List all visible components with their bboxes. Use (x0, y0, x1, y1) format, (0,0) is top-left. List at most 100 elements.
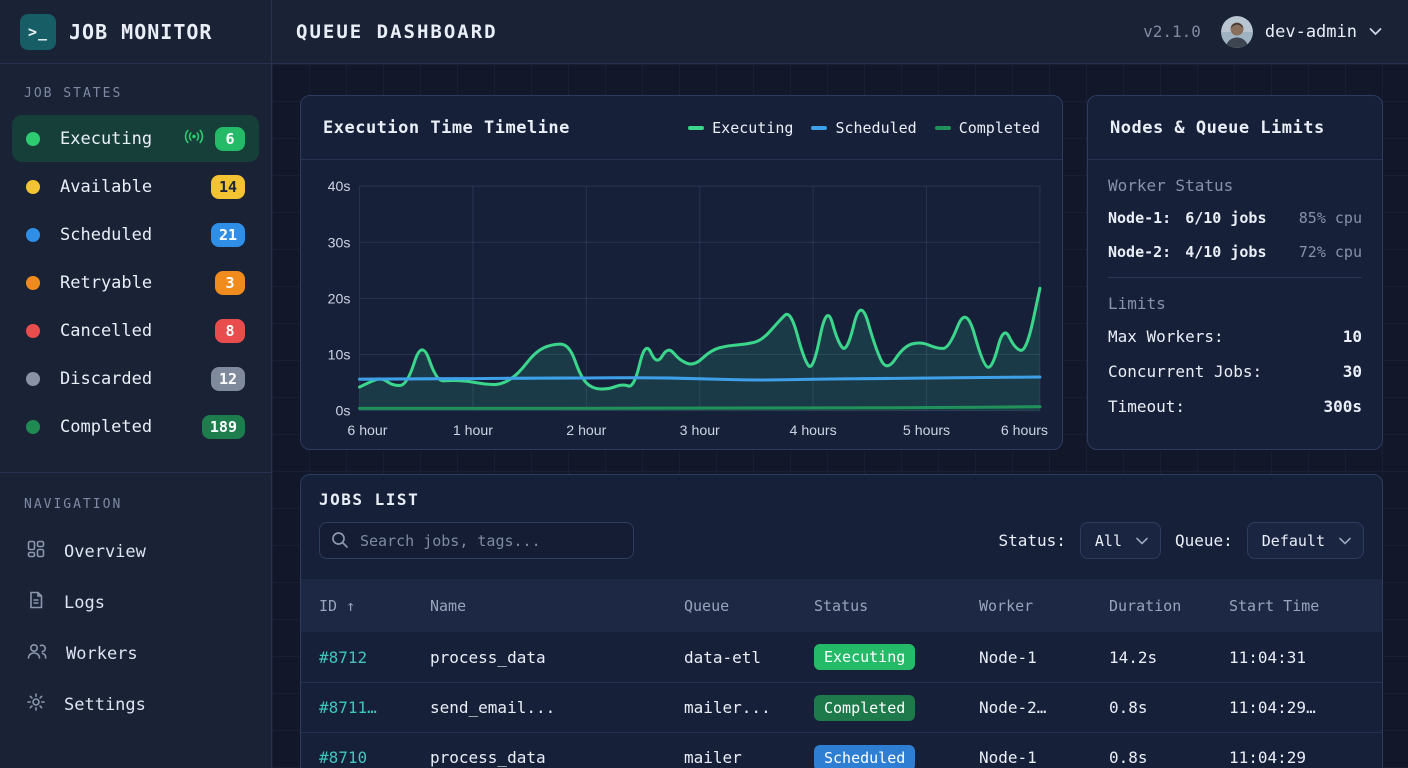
navigation-list: Overview Logs Workers Settings (0, 526, 271, 730)
sidebar-state-available[interactable]: Available 14 (12, 163, 259, 210)
timeline-title: Execution Time Timeline (323, 117, 570, 138)
worker-status-row: Node-2: 4/10 jobs 72% cpu (1108, 243, 1362, 261)
job-queue: mailer (684, 748, 742, 767)
sidebar-state-completed[interactable]: Completed 189 (12, 403, 259, 450)
limit-value: 30 (1342, 362, 1362, 381)
main-content: Execution Time Timeline Executing Schedul… (272, 64, 1408, 768)
job-start-time: 11:04:31 (1229, 647, 1307, 667)
sidebar-item-settings[interactable]: Settings (0, 679, 271, 730)
node-cpu: 85% cpu (1298, 209, 1362, 227)
state-label: Cancelled (60, 320, 153, 341)
queue-filter-label: Queue: (1174, 531, 1233, 550)
job-duration: 0.8s (1109, 698, 1148, 717)
column-header[interactable]: ID ↑ (319, 597, 430, 615)
nav-item-label: Overview (64, 541, 146, 562)
sidebar-divider (0, 472, 271, 473)
job-id-link[interactable]: #8711… (319, 698, 430, 717)
column-header[interactable]: Name (430, 597, 684, 615)
queue-filter-value: Default (1261, 531, 1325, 550)
state-dot (26, 227, 40, 242)
nav-item-label: Workers (66, 643, 138, 664)
x-axis-tick: 6 hour (347, 422, 387, 438)
logo-area: >_ JOB MONITOR (0, 0, 272, 64)
app-root: >_ JOB MONITOR QUEUE DASHBOARD v2.1.0 de… (0, 0, 1408, 768)
nodes-divider (1108, 277, 1362, 278)
search-icon (331, 531, 349, 553)
sidebar-item-overview[interactable]: Overview (0, 526, 271, 577)
table-row[interactable]: #8711… send_email... mailer... Completed Nod… (301, 682, 1382, 732)
x-axis-tick: 6 hours (1001, 422, 1048, 438)
x-axis-tick: 4 hours (790, 422, 837, 438)
status-filter-label: Status: (998, 531, 1066, 550)
sidebar-state-scheduled[interactable]: Scheduled 21 (12, 211, 259, 258)
job-id-link[interactable]: #8712 (319, 648, 430, 667)
version-label: v2.1.0 (1143, 22, 1201, 41)
state-count-badge: 6 (215, 126, 245, 151)
x-axis-tick: 2 hour (566, 422, 606, 438)
state-dot (26, 131, 40, 146)
sidebar-state-retryable[interactable]: Retryable 3 (12, 259, 259, 306)
search-box (319, 522, 634, 559)
nodes-card-header: Nodes & Queue Limits (1088, 96, 1382, 160)
job-name: send_email... (430, 698, 556, 717)
limits-label: Limits (1108, 294, 1166, 313)
job-id-link[interactable]: #8710 (319, 748, 430, 767)
job-queue: data-etl (684, 647, 762, 667)
sidebar-state-executing[interactable]: Executing 6 (12, 115, 259, 162)
grid-icon (26, 539, 46, 564)
timeline-card-header: Execution Time Timeline Executing Schedul… (301, 96, 1062, 160)
avatar[interactable] (1220, 15, 1253, 48)
job-states-list: Executing 6 Available 14 Scheduled 21 Retryabl… (0, 115, 271, 450)
table-row[interactable]: #8710 process_data mailer Scheduled Node-1 0.… (301, 732, 1382, 768)
node-name: Node-2: (1108, 243, 1172, 261)
legend-item-completed: Completed (934, 118, 1040, 137)
legend-item-scheduled: Scheduled (811, 119, 917, 137)
job-worker: Node-1 (979, 647, 1037, 667)
limit-row: Max Workers: 10 (1108, 327, 1362, 346)
search-input[interactable] (319, 522, 634, 559)
chevron-down-icon[interactable] (1369, 27, 1382, 36)
y-axis-tick: 0s (336, 403, 351, 419)
state-count-badge: 8 (215, 318, 245, 343)
chart-area: 0s 10s 20s 30s 40s 6 hour 1 hour 2 hour 3 hour 4 … (301, 160, 1062, 449)
series-line-completed (358, 405, 1042, 410)
column-header[interactable]: Queue (684, 597, 814, 615)
job-worker: Node-1 (979, 748, 1037, 767)
x-axis-tick: 3 hour (680, 422, 720, 438)
table-row[interactable]: #8712 process_data data-etl Executing Node-1… (301, 632, 1382, 682)
worker-status-list: Node-1: 6/10 jobs 85% cpu Node-2: 4/10 jobs 7… (1108, 209, 1362, 261)
sidebar-state-discarded[interactable]: Discarded 12 (12, 355, 259, 402)
username[interactable]: dev-admin (1265, 22, 1357, 42)
node-jobs: 4/10 jobs (1185, 243, 1267, 261)
queue-filter-dropdown[interactable]: Default (1246, 522, 1364, 559)
state-label: Available (60, 176, 153, 197)
node-jobs: 6/10 jobs (1185, 209, 1267, 227)
status-filter-dropdown[interactable]: All (1079, 522, 1161, 559)
job-states-section-label: JOB STATES (24, 86, 123, 101)
status-badge: Completed (814, 694, 916, 721)
topbar-right: v2.1.0 dev-admin (1143, 15, 1382, 48)
state-count-badge: 3 (215, 270, 245, 295)
sidebar-state-cancelled[interactable]: Cancelled 8 (12, 307, 259, 354)
nodes-card: Nodes & Queue Limits Worker Status Node-… (1087, 95, 1383, 450)
worker-status-row: Node-1: 6/10 jobs 85% cpu (1108, 209, 1362, 227)
nav-item-label: Logs (64, 592, 105, 613)
limit-value: 300s (1323, 397, 1362, 416)
state-label: Completed (60, 416, 153, 437)
column-header[interactable]: Status (814, 597, 979, 615)
legend-label: Completed (958, 118, 1040, 137)
column-header[interactable]: Worker (979, 597, 1109, 615)
limit-row: Timeout: 300s (1108, 397, 1362, 416)
sidebar-item-workers[interactable]: Workers (0, 628, 271, 679)
state-count-badge: 14 (210, 174, 245, 199)
x-axis-tick: 5 hours (903, 422, 950, 438)
column-header[interactable]: Duration (1109, 597, 1229, 615)
job-duration: 14.2s (1109, 647, 1158, 667)
limit-label: Concurrent Jobs: (1108, 362, 1263, 381)
state-count-badge: 189 (201, 414, 245, 439)
timeline-chart: 0s 10s 20s 30s 40s 6 hour 1 hour 2 hour 3 hour 4 … (328, 178, 1048, 438)
job-name: process_data (430, 748, 546, 767)
column-header[interactable]: Start Time (1229, 597, 1382, 615)
sidebar-item-logs[interactable]: Logs (0, 577, 271, 628)
state-label: Scheduled (60, 224, 153, 245)
